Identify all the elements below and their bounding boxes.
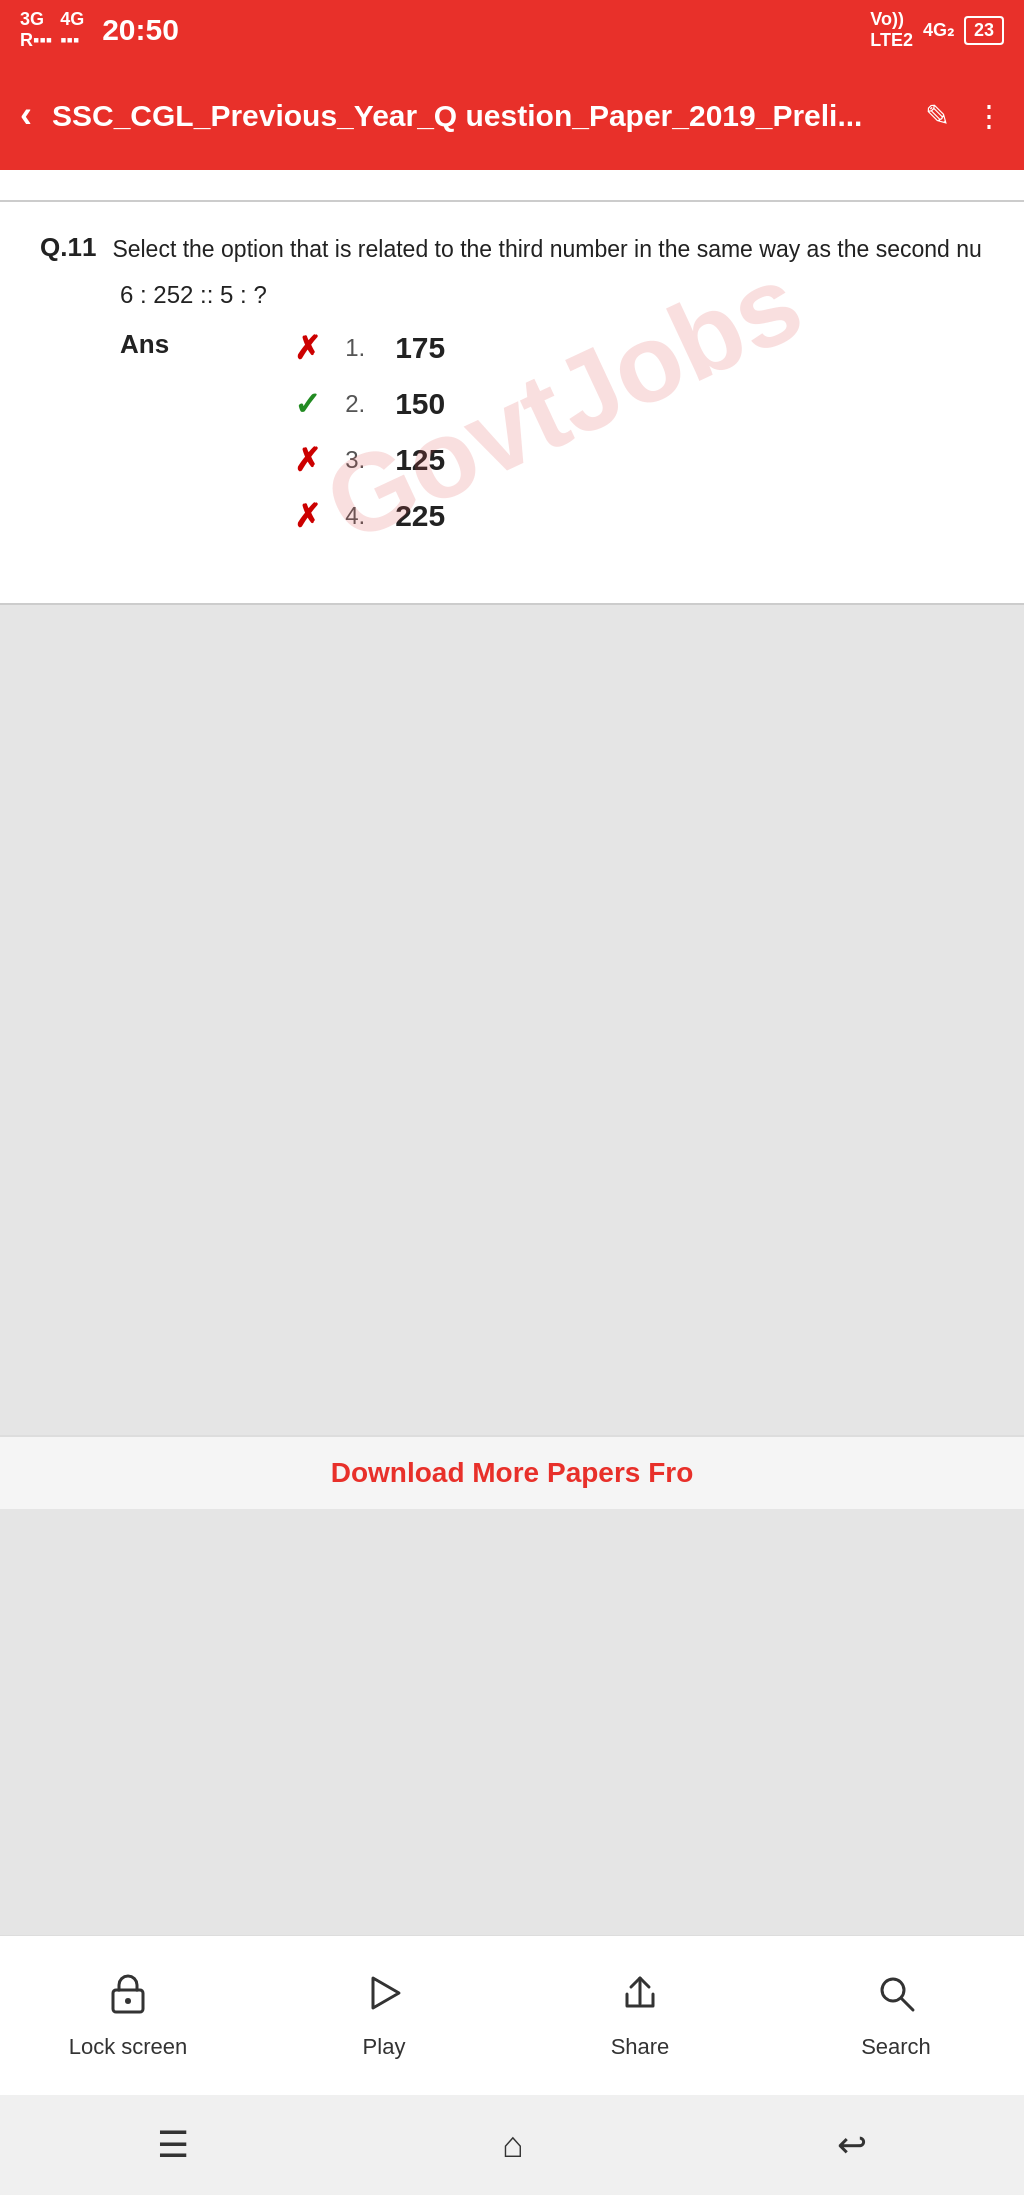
- play-label: Play: [363, 2034, 406, 2060]
- question-row: Q.11 Select the option that is related t…: [40, 232, 984, 267]
- question-text: Select the option that is related to the…: [112, 232, 981, 267]
- volte-label: Vo))LTE2: [870, 9, 913, 51]
- download-link[interactable]: Download More Papers Fro: [331, 1457, 694, 1488]
- search-nav-item[interactable]: Search: [836, 1972, 956, 2060]
- svg-point-1: [125, 1998, 131, 2004]
- svg-line-5: [901, 1998, 913, 2010]
- battery-level: 23: [964, 16, 1004, 45]
- home-button[interactable]: ⌂: [502, 2124, 524, 2166]
- lock-screen-label: Lock screen: [69, 2034, 188, 2060]
- status-right: Vo))LTE2 4G₂ 23: [870, 9, 1004, 51]
- share-nav-item[interactable]: Share: [580, 1972, 700, 2060]
- status-left: 3GR▪▪▪ 4G▪▪▪ 20:50: [20, 9, 179, 51]
- question-number: Q.11: [40, 232, 96, 267]
- search-label: Search: [861, 2034, 931, 2060]
- edit-icon[interactable]: ✎: [925, 98, 950, 133]
- question-sub-text: 6 : 252 :: 5 : ?: [120, 281, 984, 309]
- option-item: ✗ 3. 125: [289, 441, 445, 479]
- bottom-nav: Lock screen Play Share Search: [0, 1935, 1024, 2095]
- back-button[interactable]: ‹: [20, 94, 32, 136]
- back-nav-button[interactable]: ↩: [837, 2124, 867, 2166]
- option-item: ✗ 1. 175: [289, 329, 445, 367]
- option-num-4: 4.: [345, 502, 375, 530]
- more-options-icon[interactable]: ⋮: [974, 98, 1004, 133]
- question-block: Q.11 Select the option that is related t…: [40, 232, 984, 553]
- correct-icon-2: ✓: [289, 385, 325, 423]
- app-title: SSC_CGL_Previous_Year_Q uestion_Paper_20…: [52, 96, 905, 135]
- search-icon: [875, 1972, 917, 2024]
- network-signal: 3GR▪▪▪: [20, 9, 52, 51]
- content-area: GovtJobs Q.11 Select the option that is …: [0, 200, 1024, 1965]
- page-content: GovtJobs Q.11 Select the option that is …: [0, 200, 1024, 605]
- app-bar: ‹ SSC_CGL_Previous_Year_Q uestion_Paper_…: [0, 60, 1024, 170]
- lock-screen-nav-item[interactable]: Lock screen: [68, 1972, 188, 2060]
- wrong-icon-1: ✗: [289, 329, 325, 367]
- option-num-2: 2.: [345, 390, 375, 418]
- option-num-1: 1.: [345, 334, 375, 362]
- menu-button[interactable]: ☰: [157, 2124, 189, 2166]
- play-icon: [363, 1972, 405, 2024]
- play-nav-item[interactable]: Play: [324, 1972, 444, 2060]
- wrong-icon-3: ✗: [289, 441, 325, 479]
- lte-label: 4G₂: [923, 19, 954, 41]
- app-bar-icons: ✎ ⋮: [925, 98, 1004, 133]
- option-val-2: 150: [395, 387, 445, 421]
- download-text-area: Download More Papers Fro: [0, 1435, 1024, 1509]
- answer-label: Ans: [120, 329, 169, 543]
- options-list: ✗ 1. 175 ✓ 2. 150 ✗ 3. 125: [289, 329, 445, 553]
- gray-space: [0, 635, 1024, 1435]
- status-time: 20:50: [102, 13, 179, 47]
- option-item: ✗ 4. 225: [289, 497, 445, 535]
- option-val-3: 125: [395, 443, 445, 477]
- network-signal-2: 4G▪▪▪: [60, 9, 84, 51]
- status-bar: 3GR▪▪▪ 4G▪▪▪ 20:50 Vo))LTE2 4G₂ 23: [0, 0, 1024, 60]
- share-icon: [619, 1972, 661, 2024]
- system-nav: ☰ ⌂ ↩: [0, 2095, 1024, 2195]
- option-item: ✓ 2. 150: [289, 385, 445, 423]
- option-val-1: 175: [395, 331, 445, 365]
- option-num-3: 3.: [345, 446, 375, 474]
- lock-screen-icon: [107, 1972, 149, 2024]
- option-val-4: 225: [395, 499, 445, 533]
- share-label: Share: [611, 2034, 670, 2060]
- wrong-icon-4: ✗: [289, 497, 325, 535]
- svg-marker-2: [373, 1978, 399, 2008]
